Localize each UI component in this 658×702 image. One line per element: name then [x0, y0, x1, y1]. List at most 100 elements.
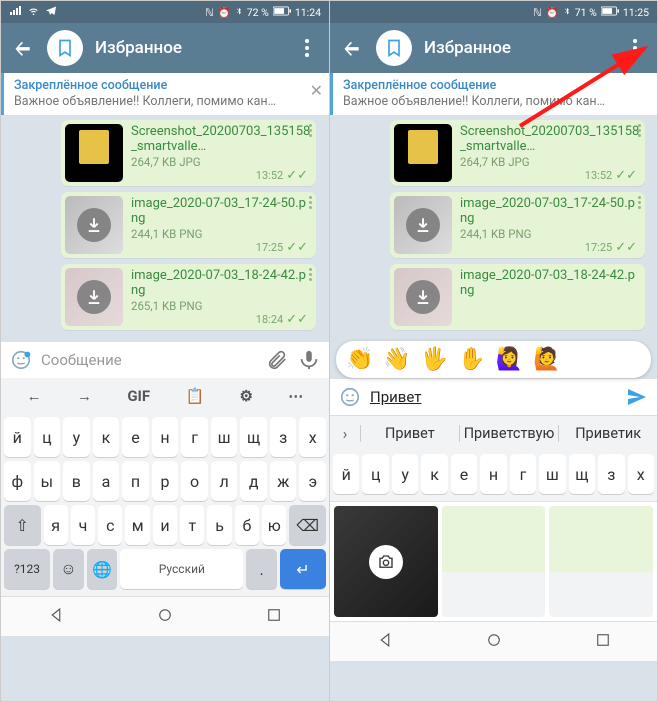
message-menu[interactable] [638, 196, 641, 209]
key[interactable]: ш [211, 417, 238, 457]
key[interactable]: х [628, 454, 654, 494]
key[interactable]: д [240, 461, 267, 501]
back-button[interactable] [340, 36, 364, 60]
key[interactable]: р [152, 461, 179, 501]
suggestion[interactable]: Приветствую [459, 425, 559, 442]
message[interactable]: image_2020-07-03_17-24-50.png 244,1 KB P… [61, 192, 316, 258]
key[interactable]: с [98, 505, 122, 545]
key[interactable]: з [270, 417, 297, 457]
key[interactable]: а [93, 461, 120, 501]
clipboard-icon[interactable]: 📋 [186, 387, 205, 405]
key[interactable]: н [480, 454, 506, 494]
key[interactable]: к [93, 417, 120, 457]
key[interactable]: ц [362, 454, 388, 494]
nav-back[interactable] [47, 606, 65, 628]
key[interactable]: й [333, 454, 359, 494]
key[interactable]: щ [569, 454, 595, 494]
key[interactable]: б [235, 505, 259, 545]
nav-home[interactable] [156, 606, 174, 628]
download-icon[interactable] [77, 280, 111, 314]
pinned-message[interactable]: Закреплённое сообщение Важное объявление… [1, 73, 329, 115]
chevron-right-icon[interactable]: › [330, 424, 360, 443]
chat-title[interactable]: Избранное [424, 38, 623, 58]
emoji[interactable]: 🖐 [421, 347, 448, 372]
chat-avatar[interactable] [376, 30, 412, 66]
emoji[interactable]: ✋ [458, 347, 485, 372]
key[interactable]: э [299, 461, 326, 501]
space-key[interactable]: Русский [120, 549, 243, 589]
suggestion[interactable]: Приветик [558, 425, 657, 442]
message[interactable]: image_2020-07-03_18-24-42.png [390, 264, 645, 330]
thumbnail[interactable] [65, 268, 123, 326]
key[interactable]: й [4, 417, 31, 457]
key[interactable]: у [392, 454, 418, 494]
period-key[interactable]: . [246, 549, 277, 589]
message-menu[interactable] [309, 268, 312, 281]
send-icon[interactable] [625, 385, 649, 409]
chat-title[interactable]: Избранное [95, 38, 295, 58]
key[interactable]: ч [71, 505, 95, 545]
key[interactable]: и [153, 505, 177, 545]
nav-recent[interactable] [265, 606, 283, 628]
key[interactable]: т [180, 505, 204, 545]
message-menu[interactable] [309, 196, 312, 209]
key[interactable]: м [125, 505, 149, 545]
emoji[interactable]: 🙋‍♀️ [496, 347, 523, 372]
key[interactable]: ш [539, 454, 565, 494]
emoji[interactable]: 🙋 [533, 347, 560, 372]
numbers-key[interactable]: ?123 [4, 549, 50, 589]
key[interactable]: л [211, 461, 238, 501]
thumbnail[interactable] [65, 124, 123, 182]
nav-recent[interactable] [594, 631, 612, 653]
more-icon[interactable]: ⋯ [288, 387, 303, 405]
chat-avatar[interactable] [47, 30, 83, 66]
nav-home[interactable] [485, 631, 503, 653]
download-icon[interactable] [77, 208, 111, 242]
download-icon[interactable] [406, 208, 440, 242]
key[interactable]: щ [240, 417, 267, 457]
message[interactable]: image_2020-07-03_18-24-42.png 265,1 KB P… [61, 264, 316, 330]
kb-nav-right[interactable]: → [77, 387, 92, 405]
attach-icon[interactable] [265, 348, 289, 372]
message-menu[interactable] [638, 124, 641, 137]
camera-tile[interactable] [334, 506, 438, 617]
key[interactable]: п [122, 461, 149, 501]
thumbnail[interactable] [394, 124, 452, 182]
kb-nav-left[interactable]: ← [27, 387, 42, 405]
key[interactable]: ж [270, 461, 297, 501]
message[interactable]: Screenshot_20200703_135158_smartvalle… 2… [390, 120, 645, 186]
key[interactable]: о [181, 461, 208, 501]
message-menu[interactable] [309, 124, 312, 137]
emoji[interactable]: 👏 [346, 347, 373, 372]
backspace-key[interactable]: ⌫ [289, 505, 326, 545]
nav-back[interactable] [376, 631, 394, 653]
key[interactable]: н [152, 417, 179, 457]
thumbnail[interactable] [394, 196, 452, 254]
key[interactable]: к [421, 454, 447, 494]
key[interactable]: ф [4, 461, 31, 501]
sticker-icon[interactable] [9, 348, 33, 372]
key[interactable]: з [598, 454, 624, 494]
key[interactable]: г [510, 454, 536, 494]
key[interactable]: ы [34, 461, 61, 501]
key[interactable]: ц [34, 417, 61, 457]
message[interactable]: image_2020-07-03_17-24-50.png 244,1 KB P… [390, 192, 645, 258]
key[interactable]: е [451, 454, 477, 494]
menu-button[interactable] [623, 39, 647, 57]
close-icon[interactable]: ✕ [310, 81, 323, 100]
key[interactable]: у [63, 417, 90, 457]
key[interactable]: ю [262, 505, 286, 545]
pinned-message[interactable]: Закреплённое сообщение Важное объявление… [330, 73, 657, 115]
settings-icon[interactable]: ⚙ [240, 387, 253, 405]
emoji[interactable]: 👋 [383, 347, 410, 372]
key[interactable]: ь [207, 505, 231, 545]
enter-key[interactable]: ↵ [280, 549, 326, 589]
thumbnail[interactable] [394, 268, 452, 326]
download-icon[interactable] [406, 280, 440, 314]
gallery-thumbnail[interactable] [549, 506, 653, 617]
back-button[interactable] [11, 36, 35, 60]
key[interactable]: я [44, 505, 68, 545]
sticker-icon[interactable] [338, 385, 362, 409]
globe-key[interactable]: 🌐 [87, 549, 118, 589]
gif-button[interactable]: GIF [127, 387, 150, 405]
